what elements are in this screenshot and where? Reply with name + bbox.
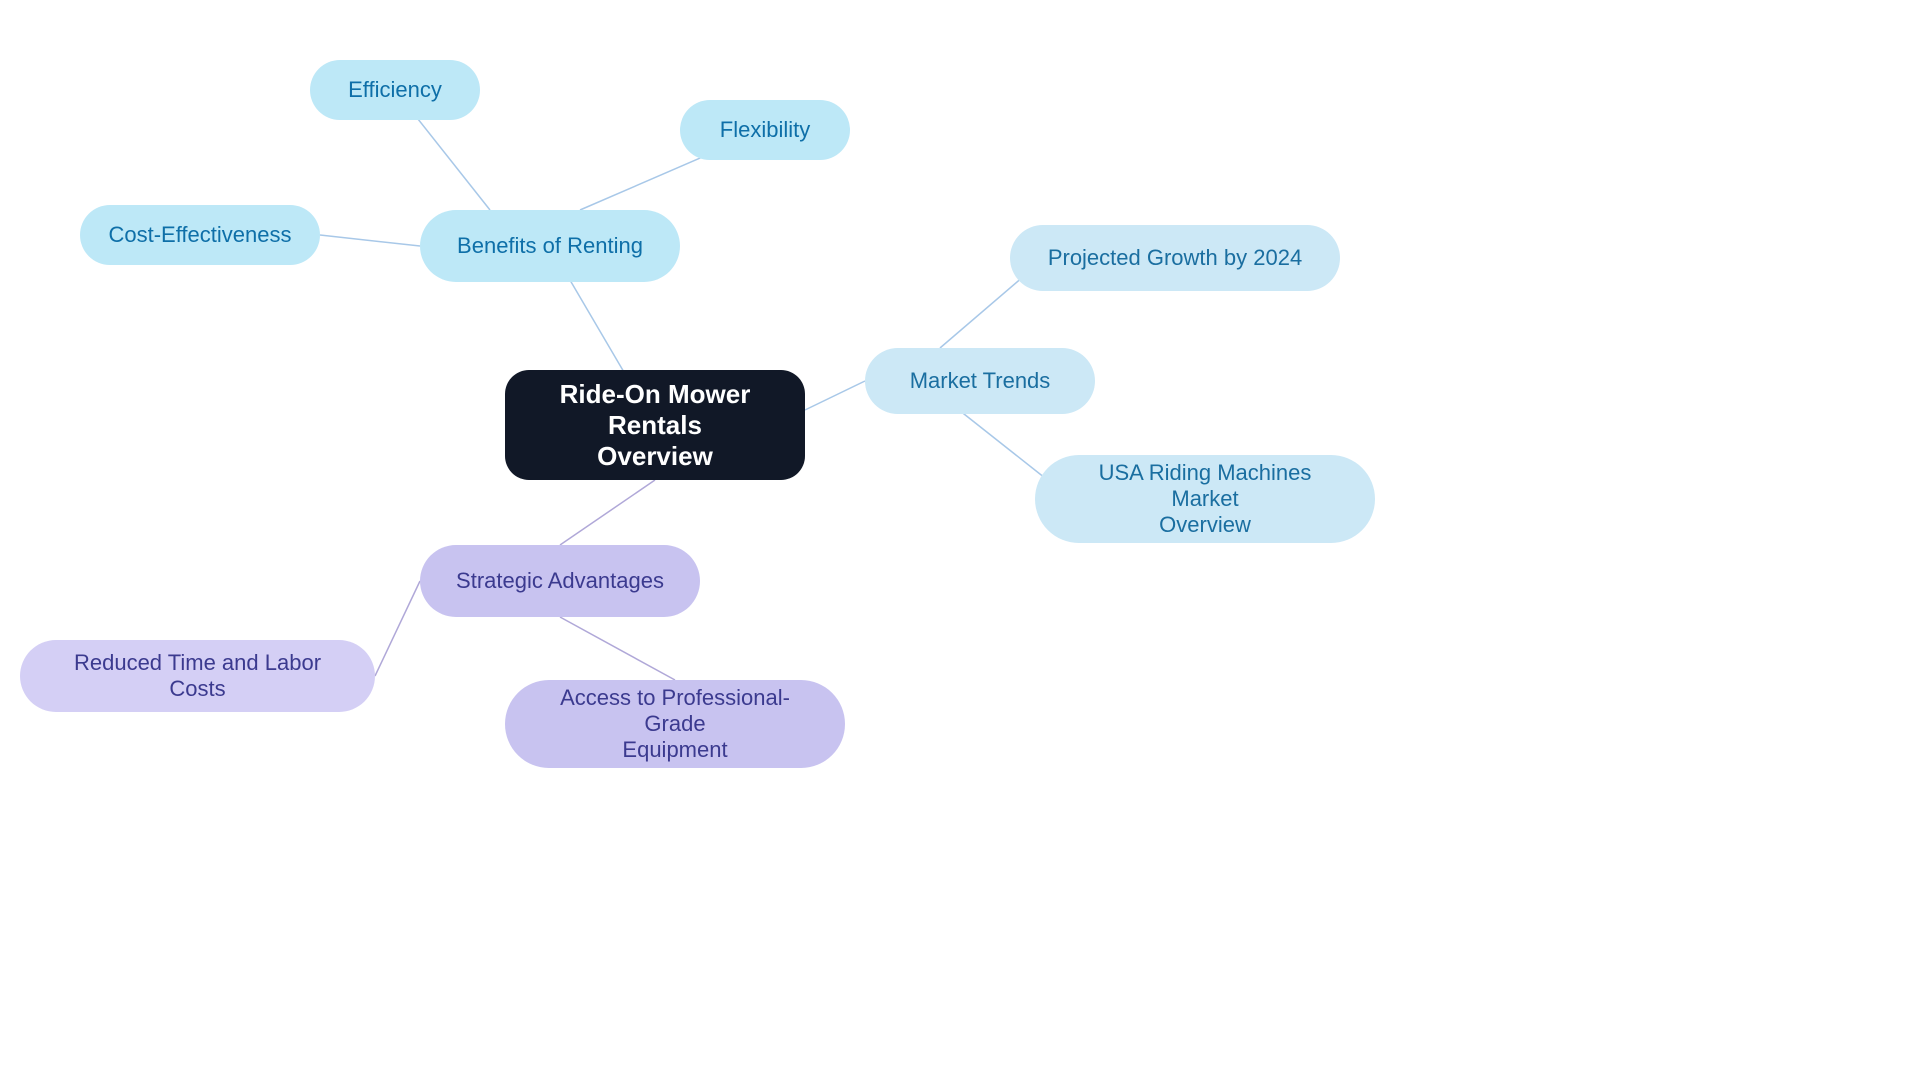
access-equipment-node: Access to Professional-Grade Equipment — [505, 680, 845, 768]
reduced-time-label: Reduced Time and Labor Costs — [48, 650, 347, 702]
center-node: Ride-On Mower Rentals Overview — [505, 370, 805, 480]
cost-effectiveness-label: Cost-Effectiveness — [108, 222, 291, 248]
reduced-time-node: Reduced Time and Labor Costs — [20, 640, 375, 712]
usa-market-label: USA Riding Machines Market Overview — [1063, 460, 1347, 538]
projected-growth-node: Projected Growth by 2024 — [1010, 225, 1340, 291]
market-trends-node: Market Trends — [865, 348, 1095, 414]
market-trends-label: Market Trends — [910, 368, 1051, 394]
strategic-advantages-node: Strategic Advantages — [420, 545, 700, 617]
projected-growth-label: Projected Growth by 2024 — [1048, 245, 1302, 271]
access-equipment-label: Access to Professional-Grade Equipment — [533, 685, 817, 763]
efficiency-label: Efficiency — [348, 77, 442, 103]
flexibility-label: Flexibility — [720, 117, 810, 143]
usa-market-node: USA Riding Machines Market Overview — [1035, 455, 1375, 543]
benefits-node: Benefits of Renting — [420, 210, 680, 282]
flexibility-node: Flexibility — [680, 100, 850, 160]
efficiency-node: Efficiency — [310, 60, 480, 120]
center-label: Ride-On Mower Rentals Overview — [533, 379, 777, 472]
cost-effectiveness-node: Cost-Effectiveness — [80, 205, 320, 265]
strategic-advantages-label: Strategic Advantages — [456, 568, 664, 594]
benefits-label: Benefits of Renting — [457, 233, 643, 259]
